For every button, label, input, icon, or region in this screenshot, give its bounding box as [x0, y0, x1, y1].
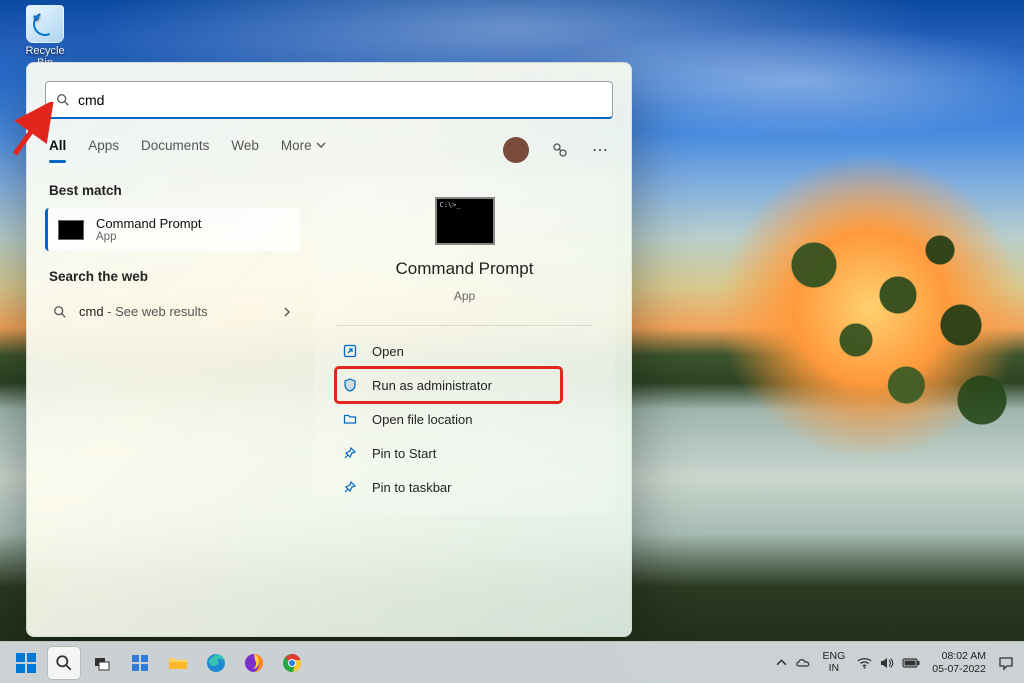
clock-time: 08:02 AM [932, 650, 986, 663]
chevron-right-icon [282, 307, 292, 317]
folder-icon [342, 411, 358, 427]
search-icon [55, 654, 73, 672]
tab-all[interactable]: All [49, 138, 66, 163]
chrome-icon [282, 653, 302, 673]
lang-top: ENG [823, 651, 846, 663]
taskbar-chrome[interactable] [276, 647, 308, 679]
search-panel: All Apps Documents Web More ⋯ Best match… [26, 62, 632, 637]
action-pin-taskbar-label: Pin to taskbar [372, 480, 452, 495]
tab-apps[interactable]: Apps [88, 138, 119, 163]
taskbar-file-explorer[interactable] [162, 647, 194, 679]
tray-onedrive-icon[interactable] [795, 657, 811, 669]
search-web-heading: Search the web [49, 269, 296, 284]
recycle-bin[interactable]: Recycle Bin [18, 5, 72, 69]
task-view-icon [93, 654, 111, 672]
tray-volume-icon[interactable] [880, 657, 894, 669]
rewards-icon[interactable] [551, 141, 569, 159]
chevron-down-icon [316, 140, 326, 150]
tab-more[interactable]: More [281, 138, 326, 163]
preview-title: Command Prompt [396, 259, 534, 279]
search-bar[interactable] [45, 81, 613, 119]
clock-date: 05-07-2022 [932, 663, 986, 676]
filter-tabs: All Apps Documents Web More ⋯ [49, 137, 609, 163]
preview-pane: Command Prompt App Open Run as administr… [314, 175, 615, 514]
command-prompt-large-icon [435, 197, 495, 245]
recycle-bin-icon [26, 5, 64, 43]
tray-clock[interactable]: 08:02 AM 05-07-2022 [932, 650, 986, 675]
taskbar-search[interactable] [48, 647, 80, 679]
preview-kind: App [454, 289, 475, 303]
tab-more-label: More [281, 138, 312, 153]
taskbar-widgets[interactable] [124, 647, 156, 679]
edge-icon [206, 653, 226, 673]
web-result[interactable]: cmd - See web results [45, 294, 300, 329]
best-match-title: Command Prompt [96, 216, 201, 231]
search-icon [53, 305, 67, 319]
search-icon [56, 93, 70, 107]
best-match-result[interactable]: Command Prompt App [45, 208, 300, 251]
best-match-heading: Best match [49, 183, 296, 198]
tray-battery-icon[interactable] [902, 658, 920, 668]
tray-notifications-icon[interactable] [998, 655, 1014, 671]
user-avatar[interactable] [503, 137, 529, 163]
taskbar: ENG IN 08:02 AM 05-07-2022 [0, 641, 1024, 683]
tray-language[interactable]: ENG IN [823, 651, 846, 674]
web-result-suffix: - See web results [104, 304, 208, 319]
tab-web[interactable]: Web [231, 138, 259, 163]
tab-documents[interactable]: Documents [141, 138, 209, 163]
action-open[interactable]: Open [336, 334, 593, 368]
more-options-icon[interactable]: ⋯ [591, 141, 609, 159]
shield-icon [342, 377, 358, 393]
action-run-admin[interactable]: Run as administrator [336, 368, 561, 402]
open-icon [342, 343, 358, 359]
pin-icon [342, 479, 358, 495]
widgets-icon [130, 653, 150, 673]
firefox-icon [244, 653, 264, 673]
action-pin-taskbar[interactable]: Pin to taskbar [336, 470, 593, 504]
search-input[interactable] [78, 92, 602, 108]
action-open-location[interactable]: Open file location [336, 402, 593, 436]
command-prompt-icon [58, 220, 84, 240]
taskbar-firefox[interactable] [238, 647, 270, 679]
start-button[interactable] [10, 647, 42, 679]
taskbar-edge[interactable] [200, 647, 232, 679]
taskbar-task-view[interactable] [86, 647, 118, 679]
pin-icon [342, 445, 358, 461]
tray-chevron-icon[interactable] [776, 657, 787, 668]
web-result-term: cmd [79, 304, 104, 319]
lang-bot: IN [823, 663, 846, 675]
folder-icon [168, 654, 188, 672]
action-run-admin-label: Run as administrator [372, 378, 492, 393]
action-pin-start[interactable]: Pin to Start [336, 436, 593, 470]
tray-wifi-icon[interactable] [857, 657, 872, 669]
action-open-location-label: Open file location [372, 412, 472, 427]
best-match-kind: App [96, 231, 201, 243]
action-open-label: Open [372, 344, 404, 359]
action-pin-start-label: Pin to Start [372, 446, 436, 461]
